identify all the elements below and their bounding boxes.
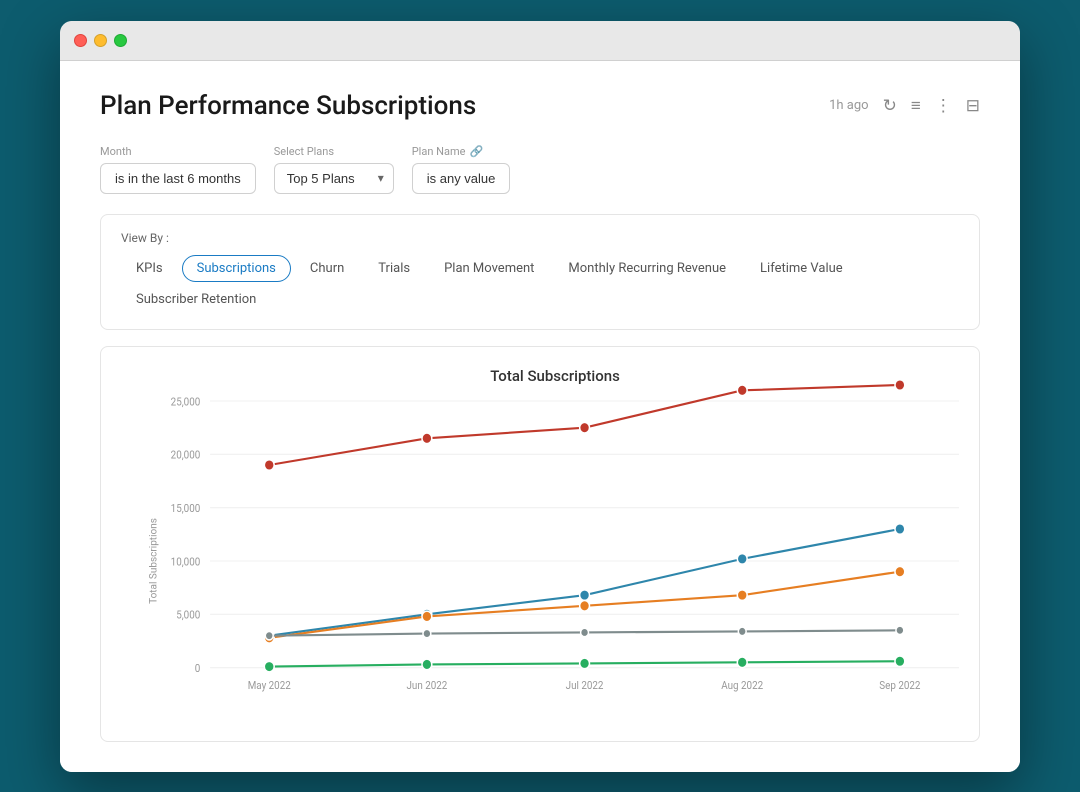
traffic-lights (74, 34, 127, 47)
svg-text:Sep 2022: Sep 2022 (879, 678, 920, 692)
svg-text:25,000: 25,000 (171, 394, 201, 408)
view-by-tabs: KPIs Subscriptions Churn Trials Plan Mov… (121, 255, 959, 313)
chart-container: Total Subscriptions Total Subscriptions … (100, 346, 980, 742)
svg-text:5,000: 5,000 (176, 608, 200, 622)
header-actions: 1h ago ↻ ≡ ⋮ ⊟ (829, 96, 980, 116)
tab-plan-movement[interactable]: Plan Movement (429, 255, 549, 282)
svg-text:0: 0 (195, 661, 201, 675)
plan-name-filter-button[interactable]: is any value (412, 163, 511, 194)
view-by-label: View By : (121, 231, 959, 245)
y-axis-label: Total Subscriptions (148, 518, 159, 604)
month-filter-label: Month (100, 145, 256, 158)
plan-name-label: Plan Name 🔗 (412, 145, 511, 158)
svg-text:10,000: 10,000 (171, 554, 201, 568)
refresh-icon[interactable]: ↻ (883, 96, 897, 116)
svg-text:Jun 2022: Jun 2022 (406, 678, 447, 692)
svg-text:Jul 2022: Jul 2022 (566, 678, 604, 692)
tab-subscriptions[interactable]: Subscriptions (182, 255, 291, 282)
chart-svg: 25,000 20,000 15,000 10,000 5,000 0 May … (151, 401, 959, 721)
link-icon: 🔗 (469, 145, 483, 158)
title-bar (60, 21, 1020, 61)
tab-subscriber-retention[interactable]: Subscriber Retention (121, 286, 271, 313)
more-icon[interactable]: ⋮ (935, 96, 952, 116)
month-filter-button[interactable]: is in the last 6 months (100, 163, 256, 194)
page-content: Plan Performance Subscriptions 1h ago ↻ … (60, 61, 1020, 772)
select-plans-dropdown[interactable]: Top 5 Plans Top 10 Plans All Plans (274, 163, 394, 194)
tab-churn[interactable]: Churn (295, 255, 359, 282)
select-plans-wrapper: Top 5 Plans Top 10 Plans All Plans (274, 163, 394, 194)
maximize-button[interactable] (114, 34, 127, 47)
tab-lifetime-value[interactable]: Lifetime Value (745, 255, 858, 282)
tab-mrr[interactable]: Monthly Recurring Revenue (553, 255, 741, 282)
svg-text:15,000: 15,000 (171, 501, 201, 515)
select-plans-filter-group: Select Plans Top 5 Plans Top 10 Plans Al… (274, 145, 394, 194)
svg-text:20,000: 20,000 (171, 448, 201, 462)
page-title: Plan Performance Subscriptions (100, 91, 476, 121)
tab-trials[interactable]: Trials (363, 255, 425, 282)
close-button[interactable] (74, 34, 87, 47)
svg-text:May 2022: May 2022 (248, 678, 291, 692)
filters-bar: Month is in the last 6 months Select Pla… (100, 145, 980, 194)
last-updated: 1h ago (829, 98, 868, 113)
select-plans-label: Select Plans (274, 145, 394, 158)
folder-icon[interactable]: ⊟ (966, 96, 980, 116)
page-header: Plan Performance Subscriptions 1h ago ↻ … (100, 91, 980, 121)
chart-area: Total Subscriptions 25,000 20,000 15,000… (151, 401, 959, 721)
tab-kpis[interactable]: KPIs (121, 255, 178, 282)
plan-name-filter-group: Plan Name 🔗 is any value (412, 145, 511, 194)
filter-icon[interactable]: ≡ (911, 96, 921, 116)
svg-text:Aug 2022: Aug 2022 (721, 678, 763, 692)
view-by-section: View By : KPIs Subscriptions Churn Trial… (100, 214, 980, 330)
minimize-button[interactable] (94, 34, 107, 47)
app-window: Plan Performance Subscriptions 1h ago ↻ … (60, 21, 1020, 772)
month-filter-group: Month is in the last 6 months (100, 145, 256, 194)
chart-title: Total Subscriptions (151, 367, 959, 385)
